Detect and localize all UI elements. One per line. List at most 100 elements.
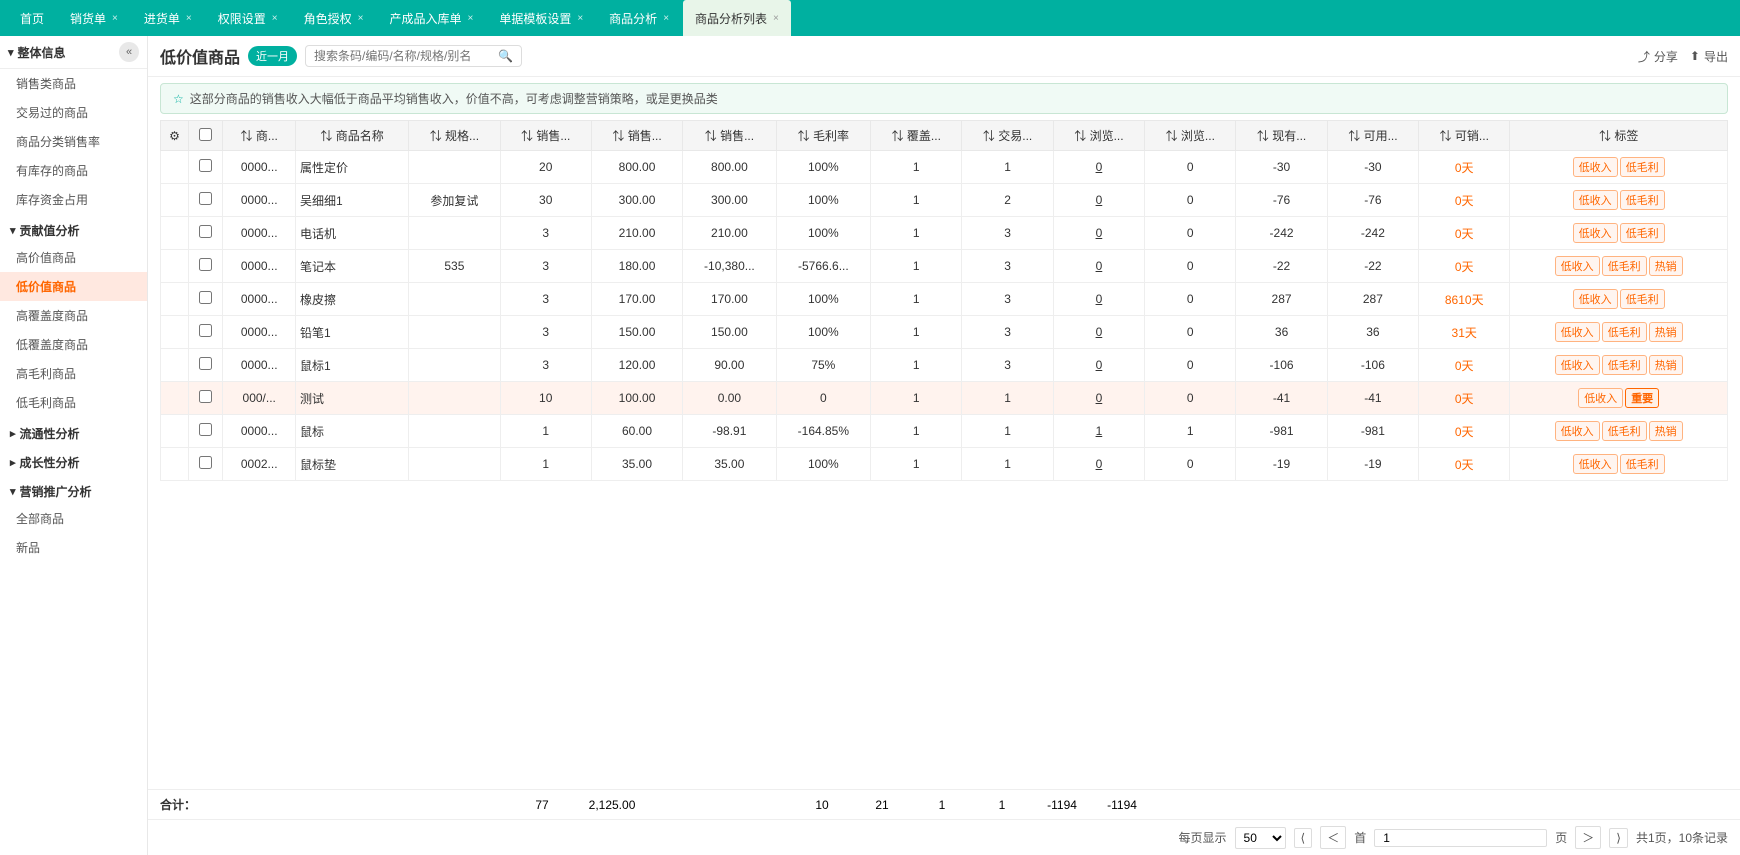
col-spec[interactable]: ⇅ 规格... — [409, 121, 500, 151]
row-checkbox[interactable] — [199, 456, 212, 469]
tag-badge: 低收入 — [1573, 223, 1618, 243]
share-button[interactable]: ⤴ 分享 — [1638, 48, 1678, 65]
nav-goods-analysis-list-close[interactable]: × — [773, 13, 779, 24]
page-next-btn[interactable]: ＞ — [1575, 826, 1601, 849]
page-prev-btn[interactable]: ＜ — [1320, 826, 1346, 849]
per-page-select[interactable]: 50 100 200 — [1235, 827, 1286, 849]
select-all-checkbox[interactable] — [199, 128, 212, 141]
row-checkbox-cell[interactable] — [189, 283, 223, 316]
nav-home[interactable]: 首页 — [8, 0, 56, 36]
tag-badge: 低毛利 — [1602, 322, 1647, 342]
nav-sales[interactable]: 销货单 × — [58, 0, 130, 36]
nav-role[interactable]: 角色授权 × — [292, 0, 376, 36]
sidebar-item-low-value[interactable]: 低价值商品 — [0, 272, 147, 301]
sidebar-item-high-value[interactable]: 高价值商品 — [0, 243, 147, 272]
row-checkbox-cell[interactable] — [189, 316, 223, 349]
nav-purchase[interactable]: 进货单 × — [132, 0, 204, 36]
row-checkbox-cell[interactable] — [189, 382, 223, 415]
export-button[interactable]: ⬆ 导出 — [1690, 48, 1728, 65]
row-checkbox-cell[interactable] — [189, 217, 223, 250]
row-browse1[interactable]: 0 — [1053, 151, 1144, 184]
col-price[interactable]: ⇅ 销售... — [591, 121, 682, 151]
col-browse1[interactable]: ⇅ 浏览... — [1053, 121, 1144, 151]
sidebar-section-contribution[interactable]: ▾ 贡献值分析 — [0, 214, 147, 243]
row-browse1[interactable]: 1 — [1053, 415, 1144, 448]
col-coverage[interactable]: ⇅ 覆盖... — [871, 121, 962, 151]
sidebar-collapse-btn[interactable]: « — [119, 42, 139, 62]
sidebar-item-high-coverage[interactable]: 高覆盖度商品 — [0, 301, 147, 330]
nav-goods-analysis-close[interactable]: × — [663, 13, 669, 24]
col-checkbox[interactable] — [189, 121, 223, 151]
row-browse1[interactable]: 0 — [1053, 349, 1144, 382]
row-checkbox-cell[interactable] — [189, 415, 223, 448]
row-checkbox[interactable] — [199, 291, 212, 304]
page-last-btn[interactable]: ⟩ — [1609, 828, 1628, 848]
col-sellable[interactable]: ⇅ 可销... — [1419, 121, 1510, 151]
row-browse1[interactable]: 0 — [1053, 316, 1144, 349]
page-first-btn[interactable]: ⟨ — [1294, 828, 1313, 848]
row-settings-cell — [161, 382, 189, 415]
nav-product-warehouse-close[interactable]: × — [467, 13, 473, 24]
sidebar-item-stock-goods[interactable]: 有库存的商品 — [0, 156, 147, 185]
sidebar-item-traded-goods[interactable]: 交易过的商品 — [0, 98, 147, 127]
sidebar-item-low-coverage[interactable]: 低覆盖度商品 — [0, 330, 147, 359]
col-trade[interactable]: ⇅ 交易... — [962, 121, 1053, 151]
sidebar-section-marketing[interactable]: ▾ 营销推广分析 — [0, 475, 147, 504]
row-checkbox-cell[interactable] — [189, 349, 223, 382]
sidebar-item-new-goods[interactable]: 新品 — [0, 533, 147, 562]
sidebar-item-high-margin[interactable]: 高毛利商品 — [0, 359, 147, 388]
nav-template[interactable]: 单据模板设置 × — [487, 0, 595, 36]
col-tags[interactable]: ⇅ 标签 — [1510, 121, 1728, 151]
row-checkbox[interactable] — [199, 324, 212, 337]
row-checkbox[interactable] — [199, 159, 212, 172]
nav-sales-close[interactable]: × — [112, 13, 118, 24]
col-sales[interactable]: ⇅ 销售... — [683, 121, 776, 151]
sidebar-section-overall[interactable]: ▾ 整体信息 — [8, 44, 66, 61]
row-browse1[interactable]: 0 — [1053, 184, 1144, 217]
sidebar-section-growth[interactable]: ▸ 成长性分析 — [0, 446, 147, 475]
page-number-input[interactable] — [1374, 829, 1547, 847]
nav-template-close[interactable]: × — [577, 13, 583, 24]
nav-role-close[interactable]: × — [358, 13, 364, 24]
row-checkbox[interactable] — [199, 225, 212, 238]
search-icon[interactable]: 🔍 — [498, 49, 513, 63]
row-checkbox[interactable] — [199, 390, 212, 403]
sidebar-item-all-goods[interactable]: 全部商品 — [0, 504, 147, 533]
sidebar-section-flow[interactable]: ▸ 流通性分析 — [0, 417, 147, 446]
col-current[interactable]: ⇅ 现有... — [1236, 121, 1327, 151]
row-checkbox-cell[interactable] — [189, 448, 223, 481]
nav-permission-close[interactable]: × — [272, 13, 278, 24]
nav-product-warehouse[interactable]: 产成品入库单 × — [377, 0, 485, 36]
sidebar-item-category-rate[interactable]: 商品分类销售率 — [0, 127, 147, 156]
col-browse2[interactable]: ⇅ 浏览... — [1145, 121, 1236, 151]
row-browse1[interactable]: 0 — [1053, 217, 1144, 250]
row-checkbox-cell[interactable] — [189, 250, 223, 283]
row-checkbox[interactable] — [199, 192, 212, 205]
col-available[interactable]: ⇅ 可用... — [1327, 121, 1418, 151]
row-browse1[interactable]: 0 — [1053, 382, 1144, 415]
period-badge[interactable]: 近一月 — [248, 46, 297, 66]
col-code[interactable]: ⇅ 商... — [223, 121, 296, 151]
nav-purchase-close[interactable]: × — [186, 13, 192, 24]
total-current: -1194 — [1032, 798, 1092, 812]
sidebar-item-stock-capital[interactable]: 库存资金占用 — [0, 185, 147, 214]
row-checkbox[interactable] — [199, 258, 212, 271]
col-name[interactable]: ⇅ 商品名称 — [295, 121, 408, 151]
col-margin[interactable]: ⇅ 毛利率 — [776, 121, 870, 151]
nav-goods-analysis-list[interactable]: 商品分析列表 × — [683, 0, 791, 36]
row-checkbox[interactable] — [199, 357, 212, 370]
row-browse1[interactable]: 0 — [1053, 448, 1144, 481]
row-price: 35.00 — [591, 448, 682, 481]
search-input[interactable] — [314, 49, 494, 63]
row-checkbox-cell[interactable] — [189, 151, 223, 184]
sidebar-item-sales-goods[interactable]: 销售类商品 — [0, 69, 147, 98]
row-browse1[interactable]: 0 — [1053, 283, 1144, 316]
row-checkbox[interactable] — [199, 423, 212, 436]
col-qty[interactable]: ⇅ 销售... — [500, 121, 591, 151]
col-settings[interactable]: ⚙ — [161, 121, 189, 151]
nav-permission[interactable]: 权限设置 × — [206, 0, 290, 36]
sidebar-item-low-margin[interactable]: 低毛利商品 — [0, 388, 147, 417]
row-browse1[interactable]: 0 — [1053, 250, 1144, 283]
row-checkbox-cell[interactable] — [189, 184, 223, 217]
nav-goods-analysis[interactable]: 商品分析 × — [597, 0, 681, 36]
